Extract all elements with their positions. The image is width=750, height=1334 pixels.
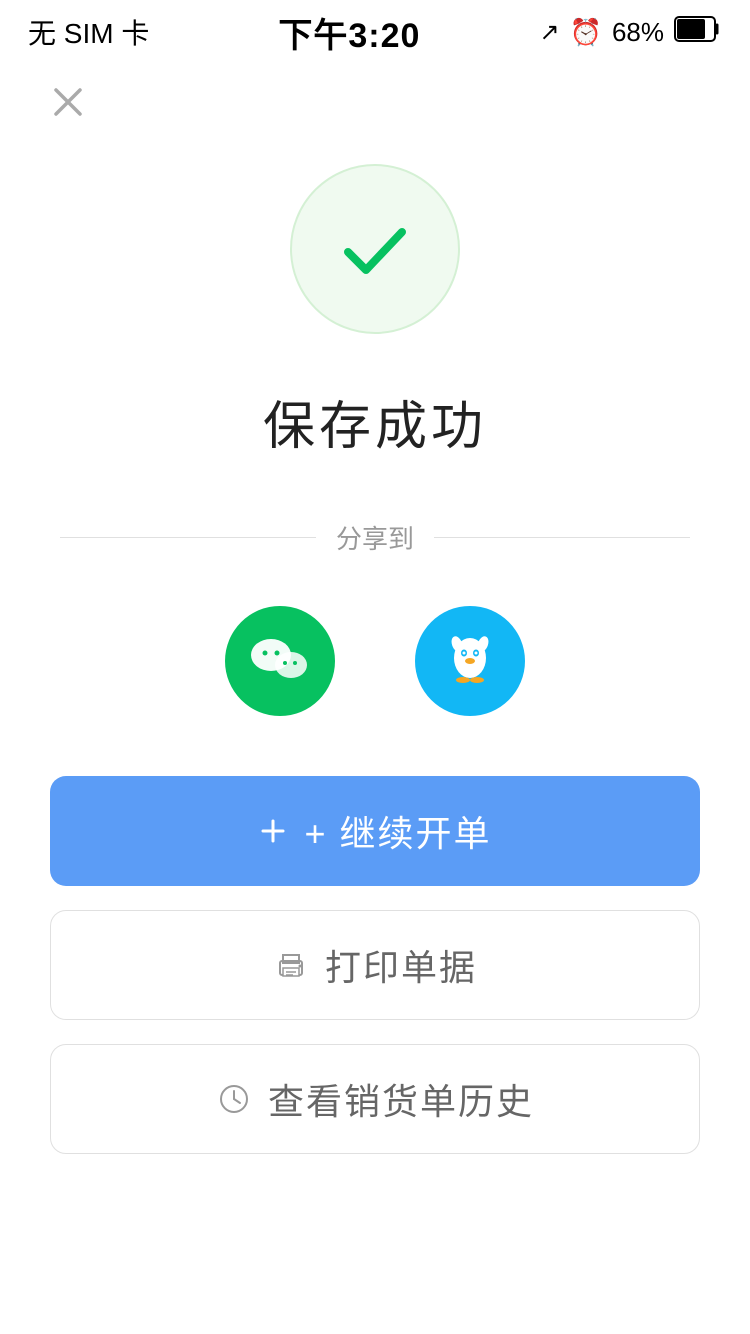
divider-right [434,537,690,538]
battery-percent: 68% [612,17,664,48]
location-icon: ↗ [539,18,559,47]
checkmark-icon [330,204,420,294]
battery-icon [674,16,722,49]
status-left: 无 SIM 卡 [28,12,159,52]
status-right: ↗ ⏰ 68% [539,16,722,49]
divider-left [60,537,316,538]
action-buttons: + 继续开单 打印单据 [0,776,750,1154]
printer-icon [273,947,309,983]
qq-share-button[interactable] [415,606,525,716]
history-button[interactable]: 查看销货单历史 [50,1044,700,1154]
clock-icon [216,1081,252,1117]
plus-icon [258,816,288,846]
wechat-icon [247,633,313,689]
share-label: 分享到 [336,519,414,556]
share-icons [225,606,525,716]
close-button[interactable] [40,74,96,130]
success-circle [290,164,460,334]
main-content: 保存成功 分享到 [0,64,750,1154]
wechat-share-button[interactable] [225,606,335,716]
status-bar: 无 SIM 卡 下午3:20 ↗ ⏰ 68% [0,0,750,64]
alarm-icon: ⏰ [570,17,602,48]
qq-icon [437,628,503,694]
carrier-text: 无 SIM 卡 [28,12,149,52]
continue-label: + 继续开单 [304,805,491,857]
share-section: 分享到 [0,519,750,716]
success-title: 保存成功 [263,384,487,459]
print-button[interactable]: 打印单据 [50,910,700,1020]
continue-button[interactable]: + 继续开单 [50,776,700,886]
status-time: 下午3:20 [278,8,420,57]
share-divider: 分享到 [0,519,750,556]
history-label: 查看销货单历史 [268,1073,534,1125]
print-label: 打印单据 [325,939,477,991]
